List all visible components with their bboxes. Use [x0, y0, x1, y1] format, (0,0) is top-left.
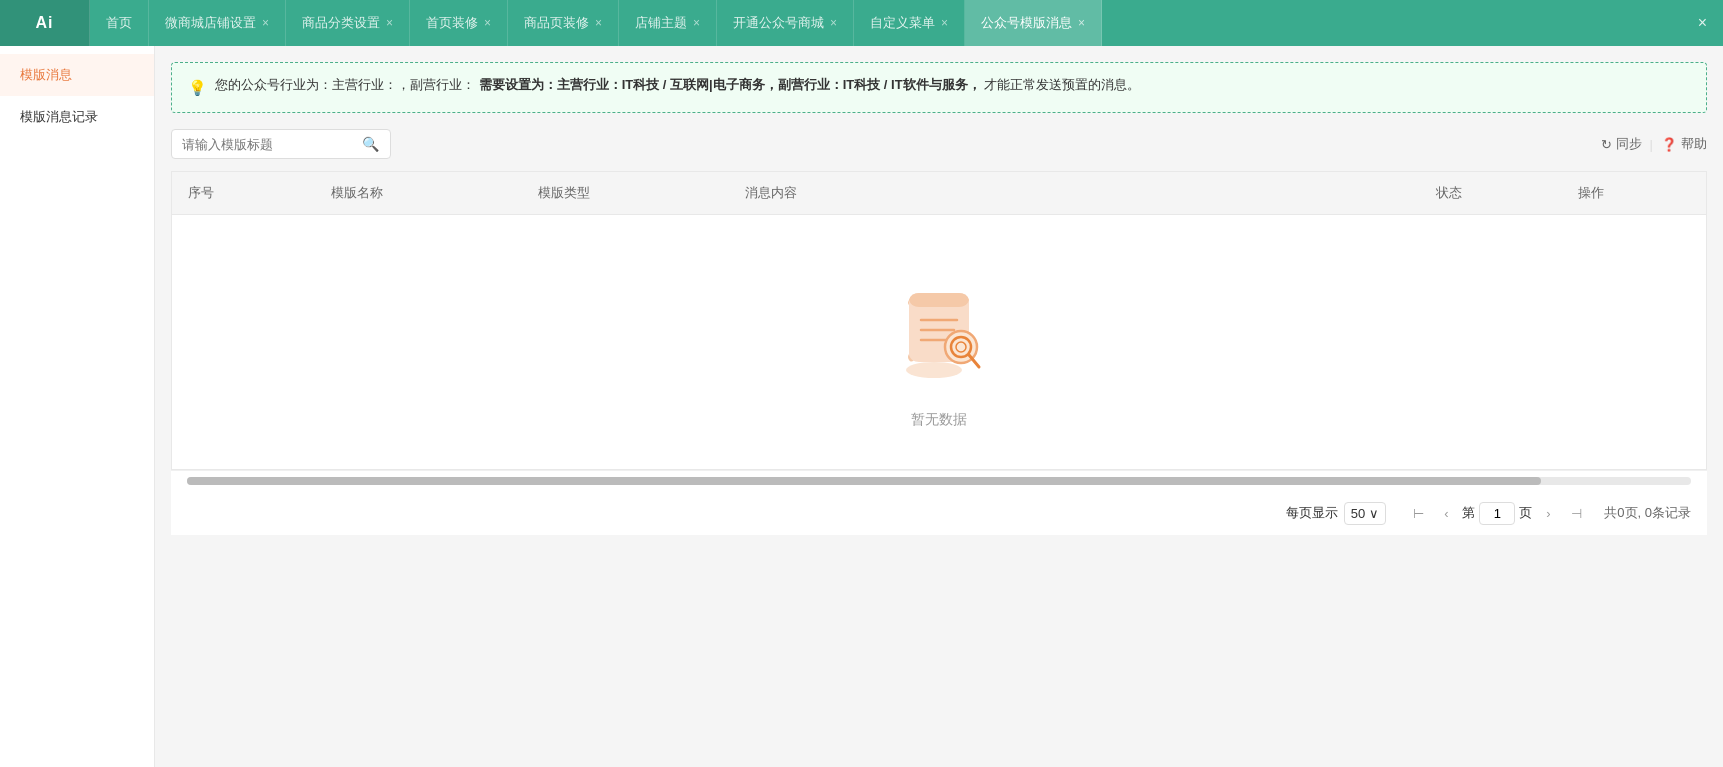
last-page-button[interactable]: ⊣ — [1564, 501, 1588, 525]
page-size-wrap: 每页显示 50 ∨ — [1286, 502, 1386, 525]
prev-page-button[interactable]: ‹ — [1434, 501, 1458, 525]
help-button[interactable]: ❓ 帮助 — [1661, 135, 1707, 153]
col-content: 消息内容 — [729, 172, 1420, 215]
tab-shop-settings-close[interactable]: × — [262, 16, 269, 30]
search-icon: 🔍 — [362, 136, 379, 152]
alert-text: 您的公众号行业为：主营行业：，副营行业： 需要设置为：主营行业：IT科技 / 互… — [215, 75, 1140, 96]
logo-tab[interactable]: Ai — [0, 0, 90, 46]
tab-home[interactable]: 首页 — [90, 0, 149, 46]
search-wrap: 🔍 — [171, 129, 391, 159]
col-actions: 操作 — [1562, 172, 1706, 215]
scrollbar-row — [171, 470, 1707, 491]
global-close-button[interactable]: × — [1682, 14, 1723, 32]
tab-template-msg[interactable]: 公众号模版消息 × — [965, 0, 1102, 46]
sidebar-item-template-message-label: 模版消息 — [20, 67, 72, 82]
empty-text: 暂无数据 — [911, 411, 967, 429]
toolbar-right: ↻ 同步 | ❓ 帮助 — [1601, 135, 1707, 153]
tab-product-page-decor-label: 商品页装修 — [524, 14, 589, 32]
sync-icon: ↻ — [1601, 137, 1612, 152]
alert-banner: 💡 您的公众号行业为：主营行业：，副营行业： 需要设置为：主营行业：IT科技 /… — [171, 62, 1707, 113]
sidebar: 模版消息 模版消息记录 — [0, 46, 155, 767]
svg-point-0 — [906, 362, 962, 378]
tab-template-msg-label: 公众号模版消息 — [981, 14, 1072, 32]
alert-highlight: 需要设置为：主营行业：IT科技 / 互联网|电子商务，副营行业：IT科技 / I… — [479, 77, 981, 92]
scrollbar-thumb[interactable] — [187, 477, 1541, 485]
sync-button[interactable]: ↻ 同步 — [1601, 135, 1642, 153]
per-page-dropdown-icon: ∨ — [1369, 506, 1379, 521]
tab-template-msg-close[interactable]: × — [1078, 16, 1085, 30]
tab-shop-settings[interactable]: 微商城店铺设置 × — [149, 0, 286, 46]
tab-shop-theme-label: 店铺主题 — [635, 14, 687, 32]
page-nav: ⊢ ‹ 第 页 › ⊣ — [1406, 501, 1588, 525]
sync-label: 同步 — [1616, 135, 1642, 153]
tab-open-mall-label: 开通公众号商城 — [733, 14, 824, 32]
toolbar-divider: | — [1650, 137, 1653, 152]
tab-home-decor-label: 首页装修 — [426, 14, 478, 32]
tab-shop-theme-close[interactable]: × — [693, 16, 700, 30]
tab-shop-theme[interactable]: 店铺主题 × — [619, 0, 717, 46]
table-header-row: 序号 模版名称 模版类型 消息内容 状态 操作 — [172, 172, 1707, 215]
tab-open-mall-close[interactable]: × — [830, 16, 837, 30]
alert-prefix: 您的公众号行业为：主营行业：，副营行业： — [215, 77, 475, 92]
tab-custom-menu-label: 自定义菜单 — [870, 14, 935, 32]
tab-product-category-close[interactable]: × — [386, 16, 393, 30]
top-nav: Ai 首页 微商城店铺设置 × 商品分类设置 × 首页装修 × 商品页装修 × … — [0, 0, 1723, 46]
alert-suffix: 才能正常发送预置的消息。 — [984, 77, 1140, 92]
data-table: 序号 模版名称 模版类型 消息内容 状态 操作 — [171, 171, 1707, 470]
col-name: 模版名称 — [315, 172, 522, 215]
per-page-label: 每页显示 — [1286, 504, 1338, 522]
tab-product-category[interactable]: 商品分类设置 × — [286, 0, 410, 46]
search-input[interactable] — [172, 131, 352, 158]
search-button[interactable]: 🔍 — [352, 130, 389, 158]
per-page-value: 50 — [1351, 506, 1365, 521]
help-label: 帮助 — [1681, 135, 1707, 153]
tab-product-page-decor-close[interactable]: × — [595, 16, 602, 30]
logo-text: Ai — [36, 14, 54, 32]
sidebar-item-template-message[interactable]: 模版消息 — [0, 54, 154, 96]
sidebar-item-template-message-log[interactable]: 模版消息记录 — [0, 96, 154, 138]
col-index: 序号 — [172, 172, 316, 215]
col-type: 模版类型 — [522, 172, 729, 215]
page-number-input[interactable] — [1479, 502, 1515, 525]
scrollbar-track[interactable] — [187, 477, 1691, 485]
toolbar: 🔍 ↻ 同步 | ❓ 帮助 — [171, 129, 1707, 159]
tab-product-category-label: 商品分类设置 — [302, 14, 380, 32]
tab-home-label: 首页 — [106, 14, 132, 32]
tab-open-mall[interactable]: 开通公众号商城 × — [717, 0, 854, 46]
empty-state-row: 暂无数据 — [172, 215, 1707, 470]
sidebar-item-template-message-log-label: 模版消息记录 — [20, 109, 98, 124]
help-icon: ❓ — [1661, 137, 1677, 152]
page-size-select[interactable]: 50 ∨ — [1344, 502, 1386, 525]
tab-shop-settings-label: 微商城店铺设置 — [165, 14, 256, 32]
content-area: 💡 您的公众号行业为：主营行业：，副营行业： 需要设置为：主营行业：IT科技 /… — [155, 46, 1723, 767]
bulb-icon: 💡 — [188, 76, 207, 100]
empty-state: 暂无数据 — [172, 215, 1706, 469]
tab-custom-menu[interactable]: 自定义菜单 × — [854, 0, 965, 46]
pagination: 每页显示 50 ∨ ⊢ ‹ 第 页 › ⊣ 共0页, 0条记录 — [171, 491, 1707, 535]
tab-home-decor-close[interactable]: × — [484, 16, 491, 30]
page-label: 第 — [1462, 504, 1475, 522]
tab-product-page-decor[interactable]: 商品页装修 × — [508, 0, 619, 46]
main-layout: 模版消息 模版消息记录 💡 您的公众号行业为：主营行业：，副营行业： 需要设置为… — [0, 46, 1723, 767]
empty-illustration — [879, 275, 999, 395]
tab-home-decor[interactable]: 首页装修 × — [410, 0, 508, 46]
next-page-button[interactable]: › — [1536, 501, 1560, 525]
col-status: 状态 — [1420, 172, 1563, 215]
tab-custom-menu-close[interactable]: × — [941, 16, 948, 30]
first-page-button[interactable]: ⊢ — [1406, 501, 1430, 525]
total-info: 共0页, 0条记录 — [1604, 504, 1691, 522]
page-suffix: 页 — [1519, 504, 1532, 522]
